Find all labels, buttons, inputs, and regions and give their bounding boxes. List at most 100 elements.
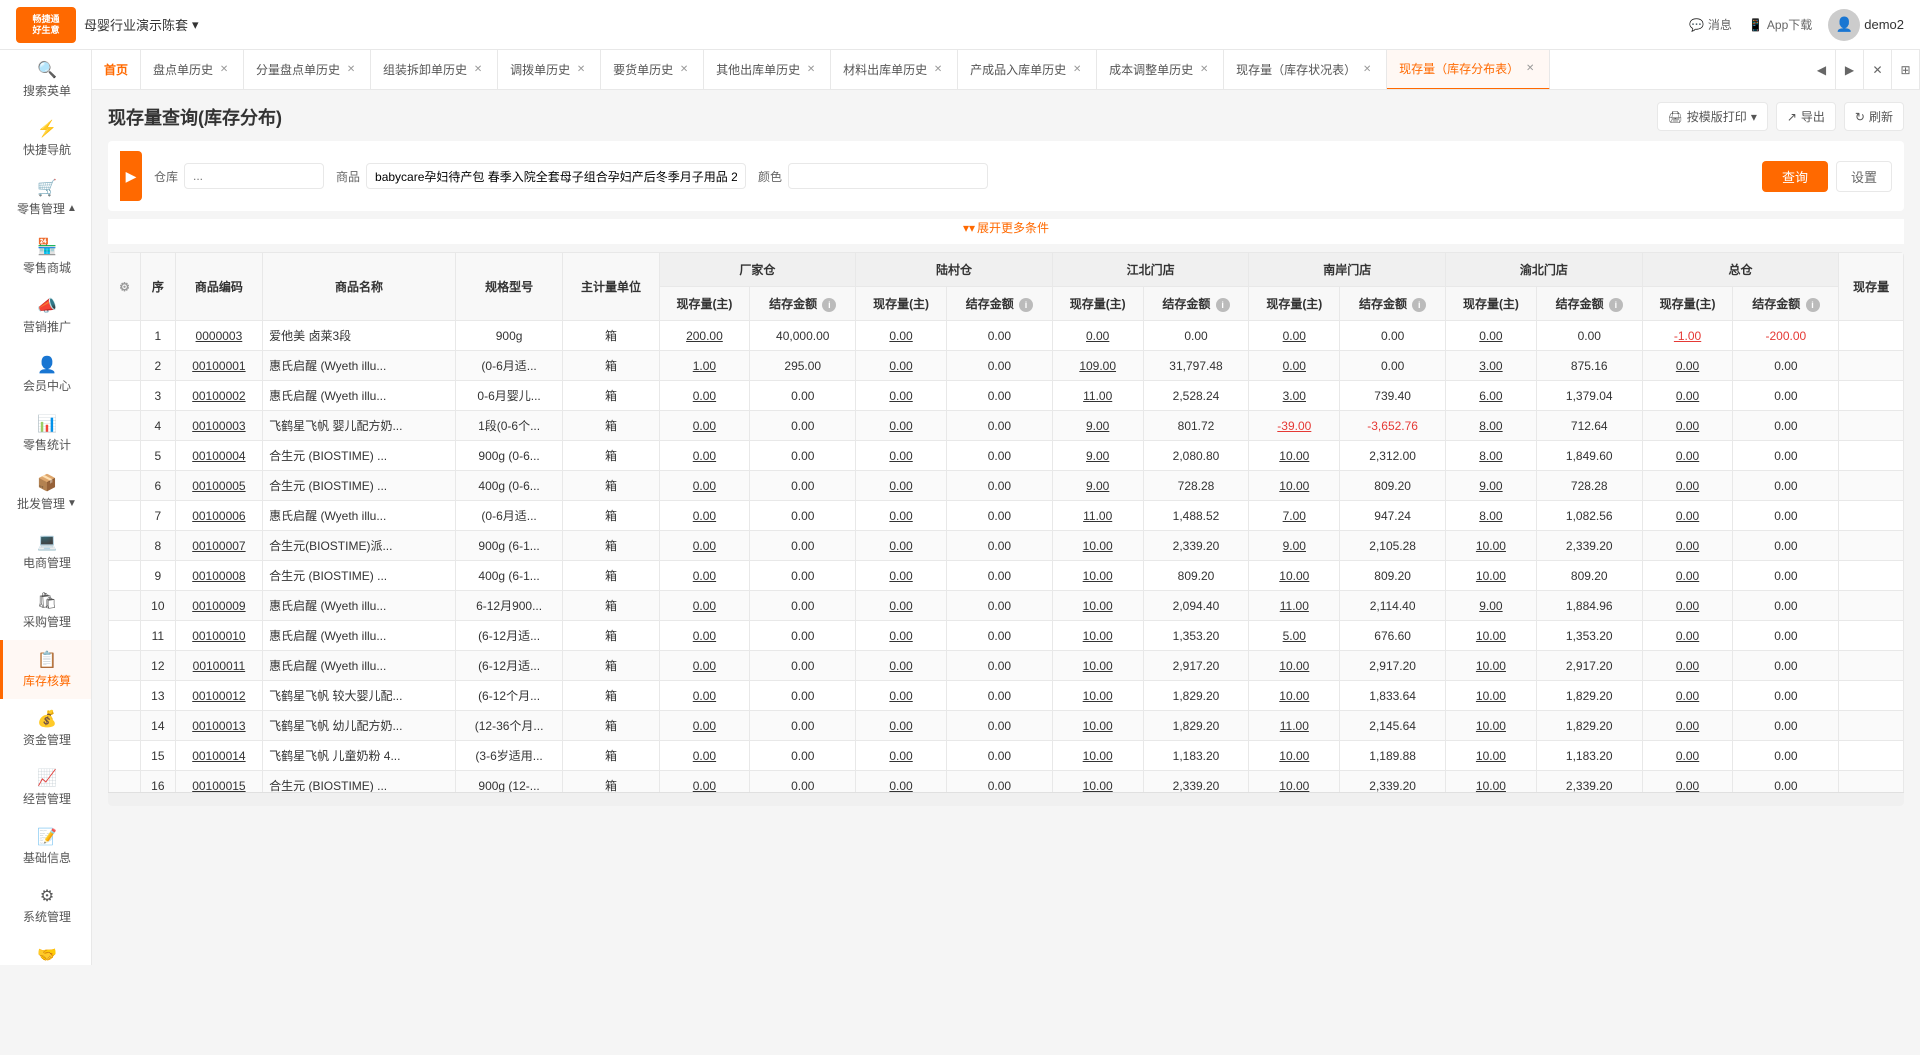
- tab-other-outstock[interactable]: 其他出库单历史 ✕: [704, 50, 831, 90]
- sidebar-item-operation[interactable]: 📈 经营管理: [0, 758, 91, 817]
- tab-close-icon[interactable]: ✕: [217, 63, 231, 77]
- row-name: 爱他美 卤莱3段: [263, 321, 456, 351]
- message-btn[interactable]: 💬 消息: [1689, 16, 1732, 33]
- info-icon[interactable]: i: [1019, 298, 1033, 312]
- tab-label: 其他出库单历史: [716, 61, 800, 78]
- info-icon[interactable]: i: [1609, 298, 1623, 312]
- row-w5-val: 712.64: [1536, 411, 1642, 441]
- app-download-btn[interactable]: 📱 App下载: [1748, 16, 1812, 33]
- sidebar-item-member[interactable]: 👤 会员中心: [0, 345, 91, 404]
- ecommerce-icon: 💻: [7, 532, 87, 552]
- tab-stock-status[interactable]: 现存量（库存状况表） ✕: [1224, 50, 1387, 90]
- sidebar-item-inventory[interactable]: 📋 库存核算: [0, 640, 91, 699]
- info-icon[interactable]: i: [1412, 298, 1426, 312]
- tab-inventory-check[interactable]: 盘点单历史 ✕: [141, 50, 244, 90]
- row-unit: 箱: [563, 321, 659, 351]
- sidebar-item-basic[interactable]: 📝 基础信息: [0, 817, 91, 876]
- stats-icon: 📊: [7, 414, 87, 434]
- product-input[interactable]: [366, 163, 746, 189]
- tab-close-icon[interactable]: ✕: [1070, 63, 1084, 77]
- tab-label: 现存量（库存状况表）: [1236, 61, 1356, 78]
- row-no: 7: [141, 501, 176, 531]
- industry-selector[interactable]: 母婴行业演示陈套 ▾: [84, 15, 199, 34]
- tab-close-all-btn[interactable]: ✕: [1864, 50, 1892, 90]
- sidebar-item-purchase[interactable]: 🛍 采购管理: [0, 581, 91, 640]
- sidebar-item-quicknav[interactable]: ⚡ 快捷导航: [0, 109, 91, 168]
- search-toggle-btn[interactable]: ▶: [120, 151, 142, 201]
- info-icon[interactable]: i: [822, 298, 836, 312]
- row-w5-val: 1,183.20: [1536, 741, 1642, 771]
- tab-portion-check[interactable]: 分量盘点单历史 ✕: [244, 50, 371, 90]
- row-w3-qty: 10.00: [1052, 621, 1143, 651]
- finance-icon: 💰: [7, 709, 87, 729]
- row-name: 飞鹤星飞帆 幼儿配方奶...: [263, 711, 456, 741]
- row-w5-qty: 10.00: [1446, 621, 1537, 651]
- tab-close-icon[interactable]: ✕: [804, 63, 818, 77]
- info-icon[interactable]: i: [1806, 298, 1820, 312]
- tab-close-icon[interactable]: ✕: [931, 63, 945, 77]
- row-w2-val: 0.00: [946, 621, 1052, 651]
- table-scroll[interactable]: ⚙ 序 商品编码 商品名称 规格型号 主计量单位 厂家仓 陆村仓 江北门店 南岸…: [108, 252, 1904, 792]
- row-w5-qty: 3.00: [1446, 351, 1537, 381]
- color-input[interactable]: [788, 163, 988, 189]
- warehouse-input[interactable]: [184, 163, 324, 189]
- sidebar-item-wholesale[interactable]: 📦 批发管理 ▼: [0, 463, 91, 522]
- tab-product-instock[interactable]: 产成品入库单历史 ✕: [958, 50, 1097, 90]
- row-w4-qty: 10.00: [1249, 441, 1340, 471]
- table-row: 4 00100003 飞鹤星飞帆 婴儿配方奶... 1段(0-6个... 箱 0…: [109, 411, 1904, 441]
- tab-expand-btn[interactable]: ⊞: [1892, 50, 1920, 90]
- tab-transfer[interactable]: 调拨单历史 ✕: [498, 50, 601, 90]
- sidebar-item-ecommerce[interactable]: 💻 电商管理: [0, 522, 91, 581]
- user-area[interactable]: 👤 demo2: [1828, 9, 1904, 41]
- tab-stock-dist[interactable]: 现存量（库存分布表） ✕: [1387, 50, 1550, 90]
- print-btn[interactable]: 🖨 按模版打印 ▾: [1657, 102, 1768, 131]
- tab-close-icon[interactable]: ✕: [1197, 63, 1211, 77]
- row-total-val: 0.00: [1733, 351, 1839, 381]
- tab-prev-btn[interactable]: ◀: [1808, 50, 1836, 90]
- tab-home[interactable]: 首页: [92, 50, 141, 90]
- tab-material-outstock[interactable]: 材料出库单历史 ✕: [831, 50, 958, 90]
- sidebar-item-retail-stats[interactable]: 📊 零售统计: [0, 404, 91, 463]
- row-total-val: 0.00: [1733, 561, 1839, 591]
- sidebar-item-retail[interactable]: 🛒 零售管理 ▲: [0, 168, 91, 227]
- row-code: 00100010: [175, 621, 262, 651]
- tab-next-btn[interactable]: ▶: [1836, 50, 1864, 90]
- row-spec: (12-36个月...: [455, 711, 563, 741]
- refresh-btn[interactable]: ↻ 刷新: [1844, 102, 1904, 131]
- export-btn[interactable]: ↗ 导出: [1776, 102, 1836, 131]
- expand-conditions-btn[interactable]: ▾▾ 展开更多条件: [963, 219, 1049, 236]
- print-label: 按模版打印: [1687, 108, 1747, 125]
- tab-close-icon[interactable]: ✕: [1360, 63, 1374, 77]
- tab-close-icon[interactable]: ✕: [1523, 62, 1537, 76]
- row-w2-val: 0.00: [946, 561, 1052, 591]
- tab-close-icon[interactable]: ✕: [677, 63, 691, 77]
- sidebar-item-system[interactable]: ⚙ 系统管理: [0, 876, 91, 935]
- row-total-qty: 0.00: [1642, 741, 1733, 771]
- sidebar-item-search[interactable]: 🔍 搜索英单: [0, 50, 91, 109]
- sidebar-item-mall[interactable]: 🏪 零售商城: [0, 227, 91, 286]
- col-no-header: 序: [141, 253, 176, 321]
- info-icon[interactable]: i: [1216, 298, 1230, 312]
- col-spec-header: 规格型号: [455, 253, 563, 321]
- sidebar-item-collab[interactable]: 🤝 企业协同: [0, 935, 91, 965]
- sidebar-item-marketing[interactable]: 📣 营销推广: [0, 286, 91, 345]
- row-name: 惠氏启醒 (Wyeth illu...: [263, 651, 456, 681]
- col-total-qty: 现存量(主): [1642, 287, 1733, 321]
- query-btn[interactable]: 查询: [1762, 161, 1828, 192]
- tab-close-icon[interactable]: ✕: [471, 63, 485, 77]
- col-settings-cell: [109, 531, 141, 561]
- settings-gear-icon[interactable]: ⚙: [119, 280, 130, 294]
- horizontal-scrollbar[interactable]: [108, 792, 1904, 806]
- sidebar-item-finance[interactable]: 💰 资金管理: [0, 699, 91, 758]
- tab-order[interactable]: 要货单历史 ✕: [601, 50, 704, 90]
- row-w5-val: 1,849.60: [1536, 441, 1642, 471]
- row-no: 12: [141, 651, 176, 681]
- row-w3-val: 0.00: [1143, 321, 1249, 351]
- tab-close-icon[interactable]: ✕: [344, 63, 358, 77]
- tab-assembly[interactable]: 组装拆卸单历史 ✕: [371, 50, 498, 90]
- row-code: 00100006: [175, 501, 262, 531]
- warehouse-field: 仓库: [154, 163, 324, 189]
- tab-close-icon[interactable]: ✕: [574, 63, 588, 77]
- setting-btn[interactable]: 设置: [1836, 161, 1892, 192]
- tab-cost-adjust[interactable]: 成本调整单历史 ✕: [1097, 50, 1224, 90]
